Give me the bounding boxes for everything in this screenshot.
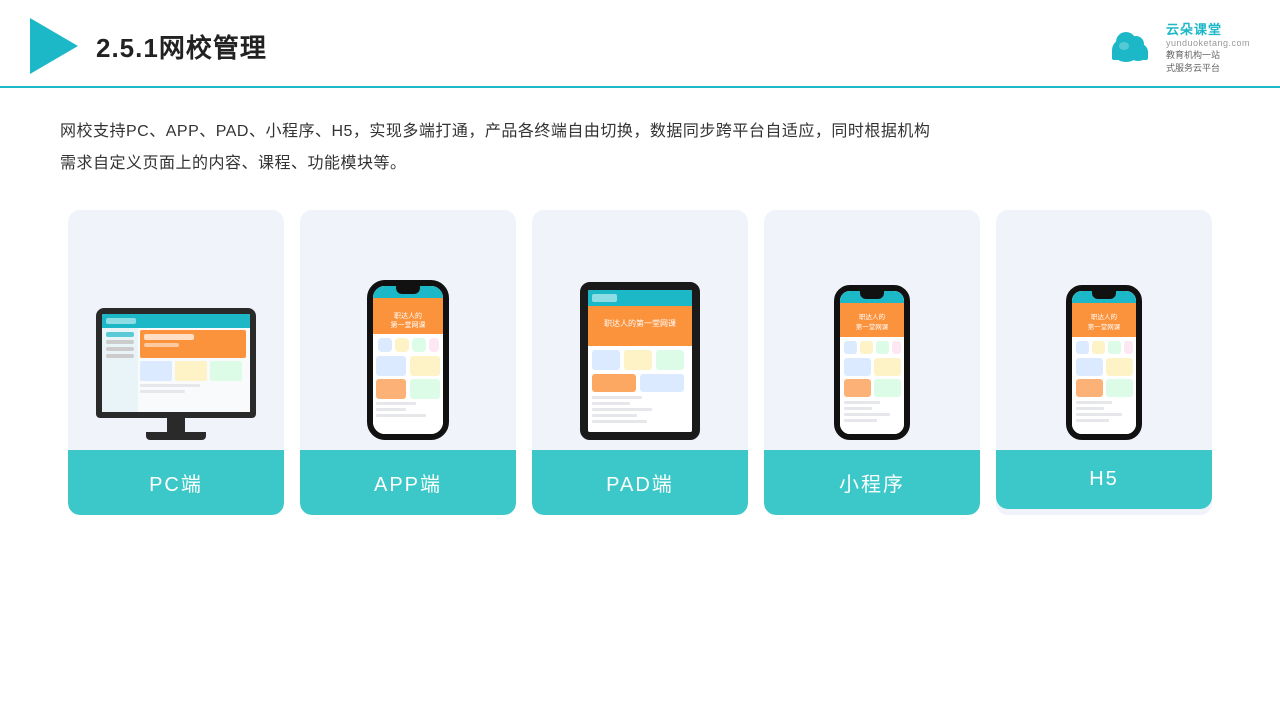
- miniapp-card: 职达人的 第一堂网课: [764, 210, 980, 515]
- miniapp-image-area: 职达人的 第一堂网课: [764, 230, 980, 450]
- page-title: 2.5.1网校管理: [96, 28, 267, 65]
- svg-text:第一堂网课: 第一堂网课: [1088, 322, 1121, 331]
- monitor-base: [146, 432, 206, 440]
- app-phone-frame: 职达人的 第一堂网课: [367, 280, 449, 440]
- pc-card: PC端: [68, 210, 284, 515]
- play-icon: [30, 18, 78, 74]
- pad-image-area: 职达人的第一堂网课: [532, 230, 748, 450]
- app-label: APP端: [300, 450, 516, 515]
- svg-text:第一堂网课: 第一堂网课: [856, 322, 889, 331]
- monitor-frame: [96, 308, 256, 418]
- svg-text:职达人的第一堂网课: 职达人的第一堂网课: [604, 318, 676, 328]
- miniapp-label: 小程序: [764, 450, 980, 515]
- device-cards-row: PC端 职达人的 第一堂网课: [60, 210, 1220, 515]
- h5-image-area: 职达人的 第一堂网课: [996, 230, 1212, 450]
- monitor-neck: [167, 418, 185, 432]
- phone-notch: [396, 286, 420, 294]
- brand-name: 云朵课堂: [1166, 19, 1222, 38]
- pc-monitor: [96, 308, 256, 440]
- description-text: 网校支持PC、APP、PAD、小程序、H5，实现多端打通，产品各终端自由切换，数…: [60, 116, 1220, 180]
- app-card: 职达人的 第一堂网课: [300, 210, 516, 515]
- tablet-frame: 职达人的第一堂网课: [580, 282, 700, 440]
- pc-image-area: [68, 230, 284, 450]
- pc-label: PC端: [68, 450, 284, 515]
- pad-label: PAD端: [532, 450, 748, 515]
- svg-text:职达人的: 职达人的: [394, 311, 422, 320]
- main-content: 网校支持PC、APP、PAD、小程序、H5，实现多端打通，产品各终端自由切换，数…: [0, 88, 1280, 535]
- svg-text:职达人的: 职达人的: [1091, 312, 1118, 321]
- brand-url: yunduoketang.com: [1166, 38, 1250, 48]
- cloud-icon: [1104, 28, 1160, 64]
- svg-text:第一堂网课: 第一堂网课: [391, 320, 426, 329]
- phone-notch-2: [860, 291, 884, 299]
- h5-label: H5: [996, 450, 1212, 509]
- header-left: 2.5.1网校管理: [30, 18, 267, 74]
- svg-text:职达人的: 职达人的: [859, 312, 886, 321]
- pad-card: 职达人的第一堂网课 P: [532, 210, 748, 515]
- brand-text: 云朵课堂 yunduoketang.com 教育机构一站式服务云平台: [1166, 19, 1250, 74]
- page-header: 2.5.1网校管理 云朵课堂 yunduoketang.com 教育机构一站式服…: [0, 0, 1280, 88]
- phone-notch-3: [1092, 291, 1116, 299]
- h5-phone-frame: 职达人的 第一堂网课: [1066, 285, 1142, 440]
- app-image-area: 职达人的 第一堂网课: [300, 230, 516, 450]
- brand-logo: 云朵课堂 yunduoketang.com 教育机构一站式服务云平台: [1104, 19, 1250, 74]
- brand-slogan: 教育机构一站式服务云平台: [1166, 48, 1220, 74]
- miniapp-phone-frame: 职达人的 第一堂网课: [834, 285, 910, 440]
- h5-card: 职达人的 第一堂网课: [996, 210, 1212, 515]
